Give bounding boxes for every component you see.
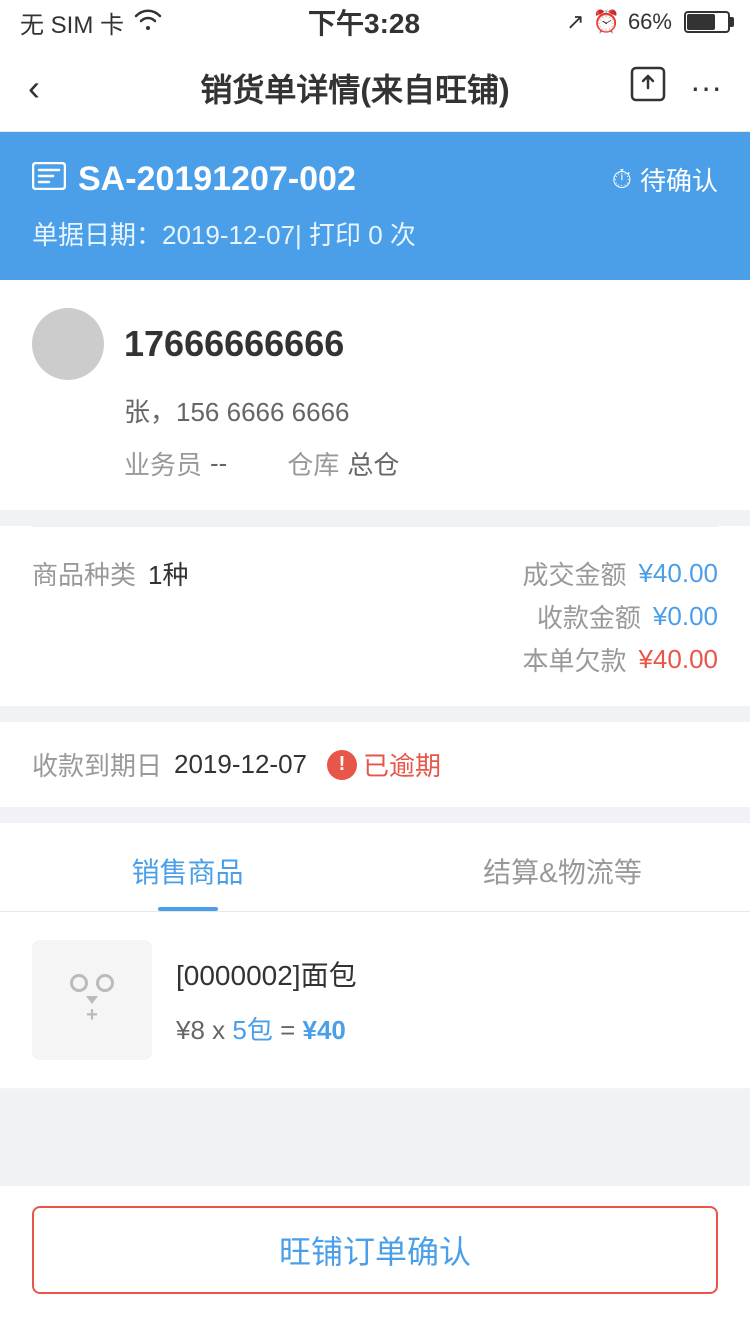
salesman-value: -- <box>210 448 227 479</box>
overdue-badge: ! 已逾期 <box>327 746 441 783</box>
overdue-icon: ! <box>327 750 357 780</box>
tabs-row: 销售商品 结算&物流等 <box>0 823 750 912</box>
product-type-value: 1种 <box>148 555 188 592</box>
product-name: [0000002]面包 <box>176 954 718 994</box>
product-section: + [0000002]面包 ¥8 x 5包 = ¥40 <box>0 912 750 1089</box>
debt-label: 本单欠款 <box>522 641 626 678</box>
carrier-label: 无 SIM 卡 <box>20 5 124 40</box>
product-thumbnail: + <box>32 940 152 1060</box>
warehouse-value: 总仓 <box>347 445 399 482</box>
product-info: [0000002]面包 ¥8 x 5包 = ¥40 <box>176 954 718 1047</box>
product-price: ¥8 x 5包 = ¥40 <box>176 1010 718 1047</box>
due-section: 收款到期日 2019-12-07 ! 已逾期 <box>0 722 750 807</box>
order-date: 单据日期：2019-12-07| 打印 0 次 <box>32 215 718 252</box>
nav-actions: ··· <box>622 66 722 110</box>
amount-value: ¥40.00 <box>638 558 718 589</box>
tabs-section: 销售商品 结算&物流等 <box>0 823 750 912</box>
avatar <box>32 308 104 380</box>
back-button[interactable]: ‹ <box>28 67 88 109</box>
status-time: 下午3:28 <box>308 2 420 42</box>
nav-bar: ‹ 销货单详情(来自旺铺) ··· <box>0 44 750 132</box>
salesman-info: 业务员 -- <box>124 445 227 482</box>
bottom-bar: 旺铺订单确认 <box>0 1186 750 1334</box>
tab-sales-products[interactable]: 销售商品 <box>0 823 375 911</box>
status-icon: ⏱ <box>612 164 632 196</box>
product-item: + [0000002]面包 ¥8 x 5包 = ¥40 <box>0 912 750 1089</box>
customer-name: 张，156 6666 6666 <box>32 392 718 429</box>
received-label: 收款金额 <box>537 598 641 635</box>
overdue-text: 已逾期 <box>363 746 441 783</box>
page-title: 销货单详情(来自旺铺) <box>88 65 622 111</box>
status-text: 待确认 <box>640 161 718 198</box>
status-left: 无 SIM 卡 <box>20 5 162 40</box>
debt-value: ¥40.00 <box>638 644 718 675</box>
wifi-icon <box>134 8 162 37</box>
alarm-icon: ⏰ <box>593 9 620 35</box>
received-value: ¥0.00 <box>653 601 718 632</box>
order-header: SA-20191207-002 ⏱ 待确认 单据日期：2019-12-07| 打… <box>0 132 750 280</box>
customer-section: 17666666666 张，156 6666 6666 业务员 -- 仓库 总仓 <box>0 280 750 510</box>
customer-phone: 17666666666 <box>124 323 344 365</box>
battery-icon <box>684 11 730 33</box>
location-icon: ↗ <box>566 9 584 35</box>
status-bar: 无 SIM 卡 下午3:28 ↗ ⏰ 66% <box>0 0 750 44</box>
amount-label: 成交金额 <box>522 555 626 592</box>
summary-section: 商品种类 1种 成交金额 ¥40.00 收款金额 ¥0.00 本单欠款 ¥40.… <box>0 526 750 706</box>
more-icon[interactable]: ··· <box>690 69 722 106</box>
product-type-label: 商品种类 <box>32 555 136 592</box>
warehouse-info: 仓库 总仓 <box>287 445 399 482</box>
order-icon <box>32 162 66 198</box>
confirm-button[interactable]: 旺铺订单确认 <box>32 1206 718 1294</box>
order-status: ⏱ 待确认 <box>612 161 718 198</box>
tab-settlement[interactable]: 结算&物流等 <box>375 823 750 911</box>
order-id: SA-20191207-002 <box>32 160 356 199</box>
status-right: ↗ ⏰ 66% <box>566 9 730 35</box>
share-icon[interactable] <box>630 66 666 110</box>
battery-percent: 66% <box>628 9 672 35</box>
